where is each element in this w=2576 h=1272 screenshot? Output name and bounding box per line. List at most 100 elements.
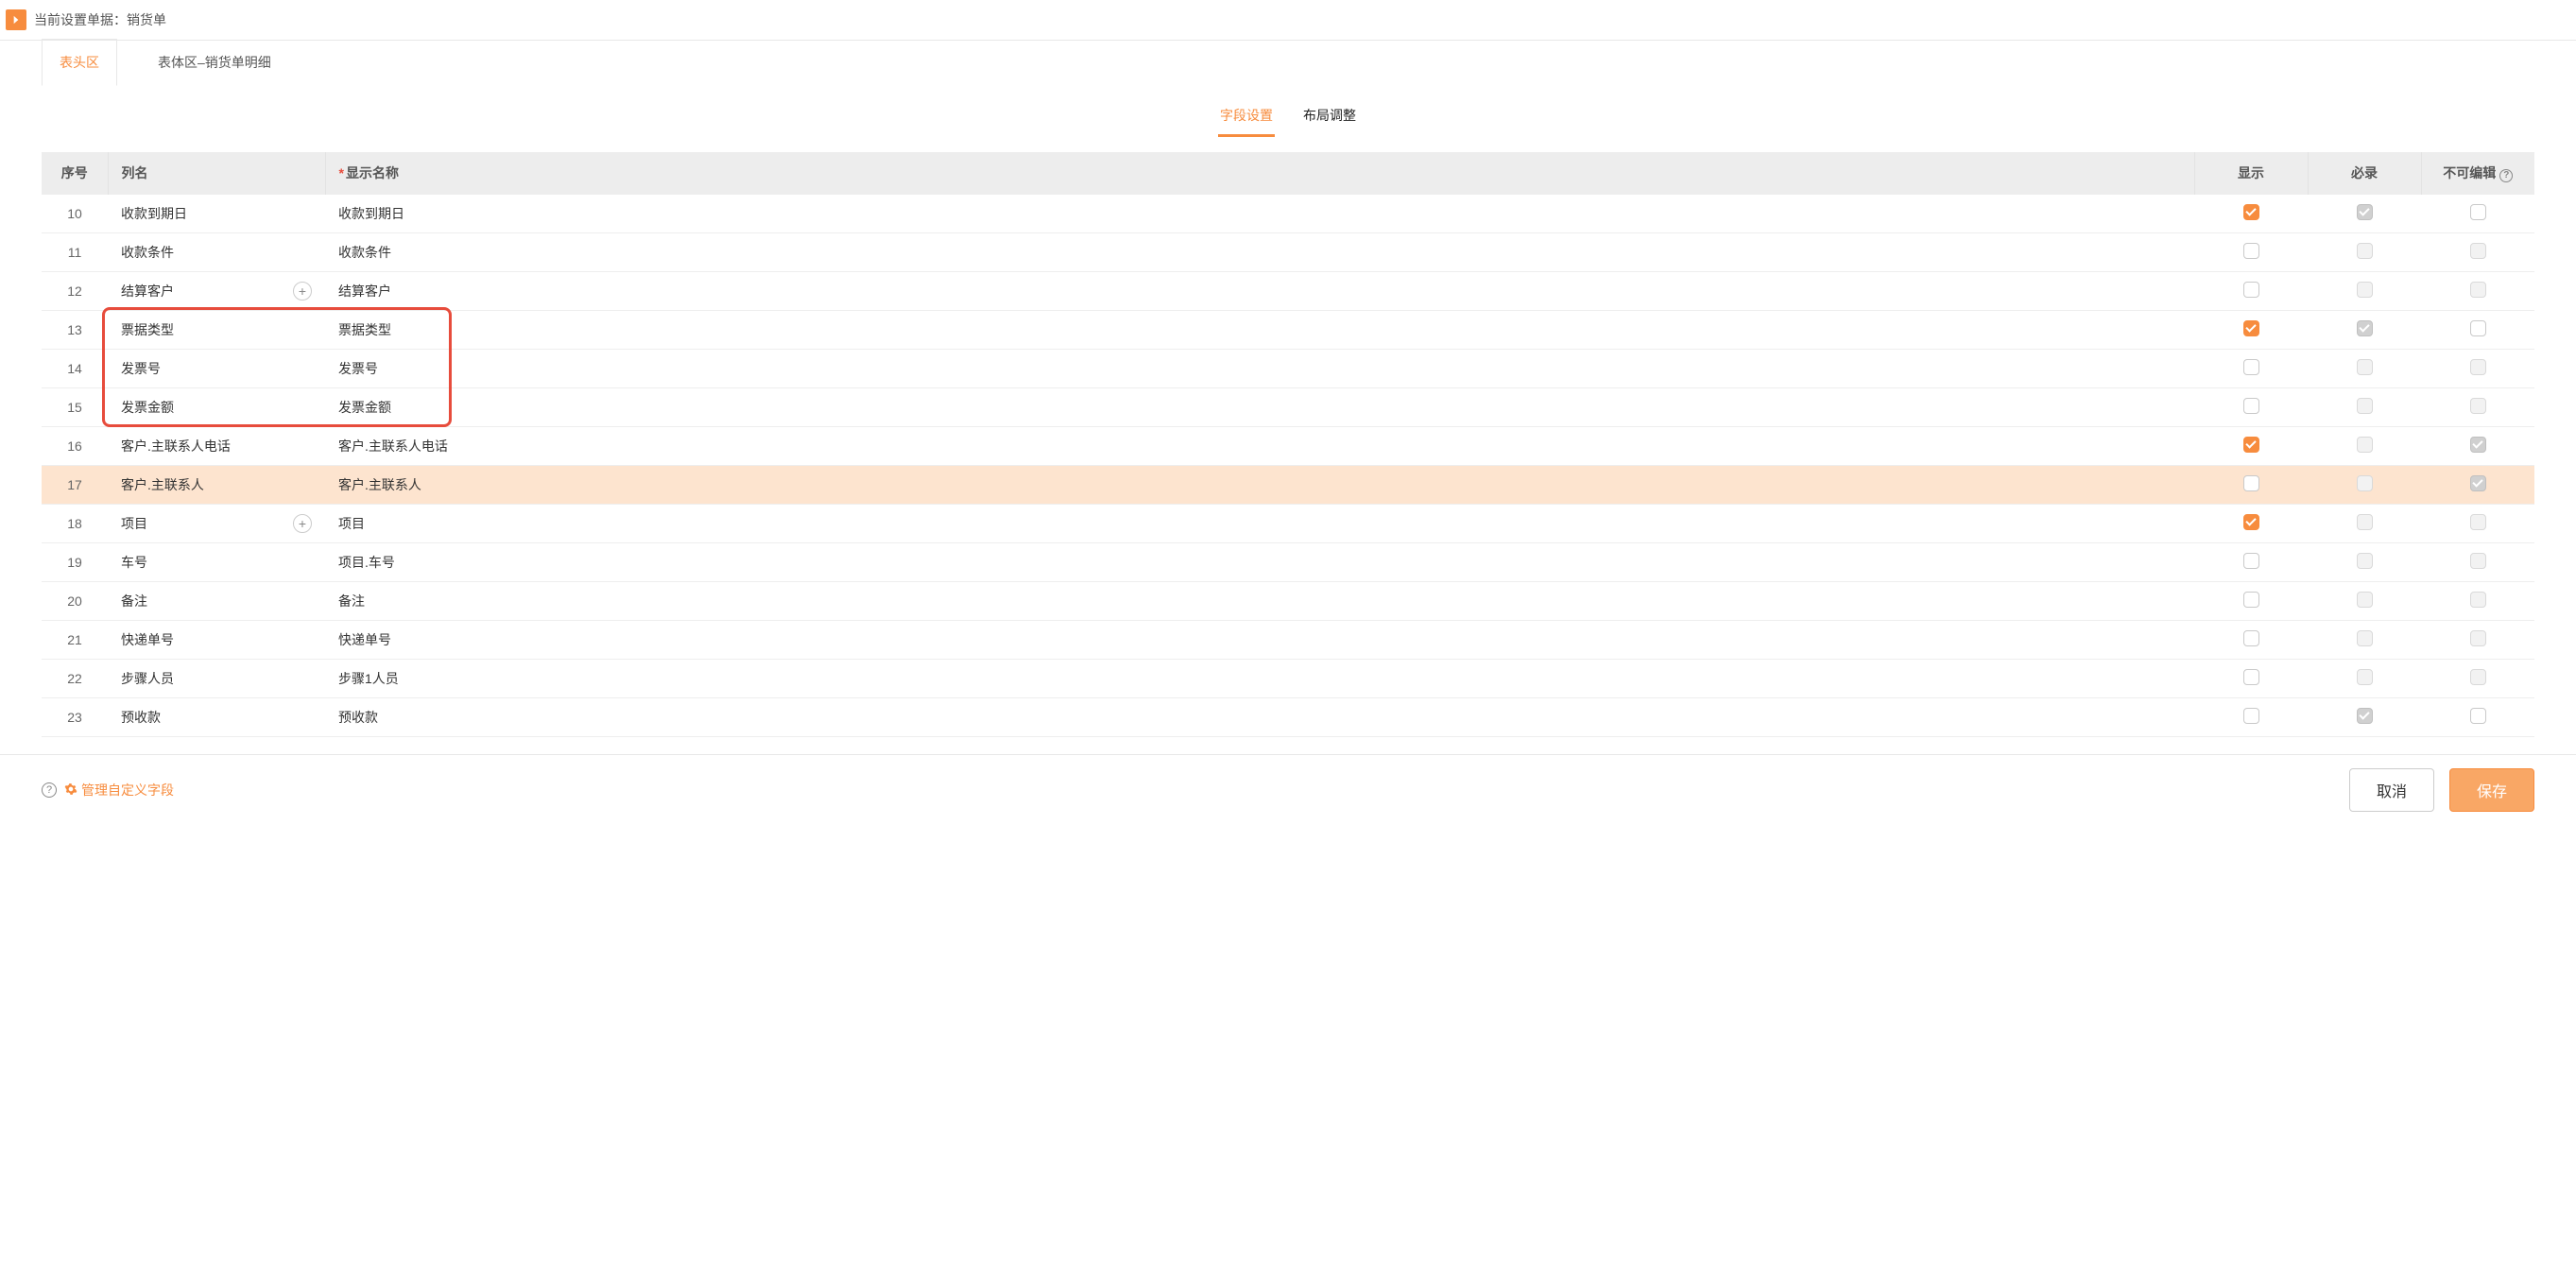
- readonly-checkbox-row-19: [2470, 553, 2486, 569]
- required-checkbox-row-22: [2357, 669, 2373, 685]
- show-checkbox-row-11[interactable]: [2243, 243, 2259, 259]
- readonly-checkbox-row-23[interactable]: [2470, 708, 2486, 724]
- display-name-cell[interactable]: 结算客户: [325, 272, 2194, 311]
- readonly-checkbox-row-18: [2470, 514, 2486, 530]
- gear-icon: [64, 782, 77, 799]
- show-checkbox-row-16[interactable]: [2243, 437, 2259, 453]
- column-name-cell: 车号: [108, 543, 325, 582]
- display-name-cell[interactable]: 发票号: [325, 350, 2194, 388]
- readonly-checkbox-row-10[interactable]: [2470, 204, 2486, 220]
- display-name-cell[interactable]: 项目.车号: [325, 543, 2194, 582]
- column-name-cell: 结算客户+: [108, 272, 325, 311]
- table-row: 16客户.主联系人电话客户.主联系人电话: [42, 427, 2534, 466]
- show-checkbox-row-18[interactable]: [2243, 514, 2259, 530]
- manage-custom-fields-link[interactable]: 管理自定义字段: [64, 781, 174, 799]
- column-name-cell: 客户.主联系人: [108, 466, 325, 505]
- context-title: 当前设置单据：销货单: [34, 10, 166, 29]
- show-checkbox-row-21[interactable]: [2243, 630, 2259, 646]
- row-index: 19: [42, 543, 108, 582]
- help-icon[interactable]: ?: [42, 782, 57, 798]
- primary-tab-1[interactable]: 表体区–销货单明细: [140, 39, 289, 86]
- row-index: 18: [42, 505, 108, 543]
- primary-tabs: 表头区表体区–销货单明细: [0, 40, 2576, 87]
- required-checkbox-row-18: [2357, 514, 2373, 530]
- column-name-cell: 步骤人员: [108, 660, 325, 698]
- column-name-cell: 备注: [108, 582, 325, 621]
- display-name-cell[interactable]: 备注: [325, 582, 2194, 621]
- col-header-required: 必录: [2308, 152, 2421, 195]
- row-index: 12: [42, 272, 108, 311]
- display-name-cell[interactable]: 客户.主联系人: [325, 466, 2194, 505]
- table-row: 22步骤人员步骤1人员: [42, 660, 2534, 698]
- required-checkbox-row-11: [2357, 243, 2373, 259]
- row-index: 10: [42, 195, 108, 233]
- readonly-checkbox-row-15: [2470, 398, 2486, 414]
- row-index: 13: [42, 311, 108, 350]
- cancel-button[interactable]: 取消: [2349, 768, 2434, 812]
- add-child-icon[interactable]: +: [293, 282, 312, 301]
- required-checkbox-row-20: [2357, 592, 2373, 608]
- collapse-sidebar-icon[interactable]: [6, 9, 26, 30]
- display-name-cell[interactable]: 项目: [325, 505, 2194, 543]
- display-name-cell[interactable]: 预收款: [325, 698, 2194, 737]
- readonly-checkbox-row-12: [2470, 282, 2486, 298]
- table-row: 20备注备注: [42, 582, 2534, 621]
- display-name-cell[interactable]: 收款到期日: [325, 195, 2194, 233]
- show-checkbox-row-10[interactable]: [2243, 204, 2259, 220]
- show-checkbox-row-15[interactable]: [2243, 398, 2259, 414]
- table-row: 14发票号发票号: [42, 350, 2534, 388]
- primary-tab-0[interactable]: 表头区: [42, 39, 117, 86]
- readonly-checkbox-row-13[interactable]: [2470, 320, 2486, 336]
- required-checkbox-row-12: [2357, 282, 2373, 298]
- display-name-cell[interactable]: 步骤1人员: [325, 660, 2194, 698]
- readonly-checkbox-row-21: [2470, 630, 2486, 646]
- readonly-checkbox-row-17: [2470, 475, 2486, 491]
- display-name-cell[interactable]: 票据类型: [325, 311, 2194, 350]
- sub-tab-1[interactable]: 布局调整: [1301, 98, 1358, 137]
- readonly-checkbox-row-16: [2470, 437, 2486, 453]
- row-index: 14: [42, 350, 108, 388]
- required-checkbox-row-14: [2357, 359, 2373, 375]
- row-index: 11: [42, 233, 108, 272]
- display-name-cell[interactable]: 客户.主联系人电话: [325, 427, 2194, 466]
- table-row: 19车号项目.车号: [42, 543, 2534, 582]
- show-checkbox-row-12[interactable]: [2243, 282, 2259, 298]
- sub-tab-0[interactable]: 字段设置: [1218, 98, 1275, 137]
- show-checkbox-row-22[interactable]: [2243, 669, 2259, 685]
- table-row: 21快递单号快递单号: [42, 621, 2534, 660]
- row-index: 20: [42, 582, 108, 621]
- table-row: 10收款到期日收款到期日: [42, 195, 2534, 233]
- page-header: 当前设置单据：销货单: [0, 0, 2576, 41]
- row-index: 23: [42, 698, 108, 737]
- table-row: 18项目+项目: [42, 505, 2534, 543]
- display-name-cell[interactable]: 发票金额: [325, 388, 2194, 427]
- col-header-show: 显示: [2194, 152, 2308, 195]
- readonly-checkbox-row-14: [2470, 359, 2486, 375]
- show-checkbox-row-14[interactable]: [2243, 359, 2259, 375]
- show-checkbox-row-17[interactable]: [2243, 475, 2259, 491]
- table-row: 11收款条件收款条件: [42, 233, 2534, 272]
- show-checkbox-row-23[interactable]: [2243, 708, 2259, 724]
- col-header-name: 列名: [108, 152, 325, 195]
- column-name-cell: 发票号: [108, 350, 325, 388]
- show-checkbox-row-20[interactable]: [2243, 592, 2259, 608]
- field-settings-table: 序号 列名 *显示名称 显示 必录 不可编辑? 10收款到期日收款到期日11收款…: [42, 152, 2534, 737]
- required-checkbox-row-21: [2357, 630, 2373, 646]
- column-name-cell: 发票金额: [108, 388, 325, 427]
- display-name-cell[interactable]: 收款条件: [325, 233, 2194, 272]
- col-header-display: *显示名称: [325, 152, 2194, 195]
- display-name-cell[interactable]: 快递单号: [325, 621, 2194, 660]
- required-checkbox-row-16: [2357, 437, 2373, 453]
- show-checkbox-row-19[interactable]: [2243, 553, 2259, 569]
- required-checkbox-row-23: [2357, 708, 2373, 724]
- column-name-cell: 收款到期日: [108, 195, 325, 233]
- add-child-icon[interactable]: +: [293, 514, 312, 533]
- row-index: 16: [42, 427, 108, 466]
- help-icon[interactable]: ?: [2499, 169, 2513, 182]
- required-checkbox-row-19: [2357, 553, 2373, 569]
- show-checkbox-row-13[interactable]: [2243, 320, 2259, 336]
- row-index: 21: [42, 621, 108, 660]
- required-checkbox-row-15: [2357, 398, 2373, 414]
- table-row: 13票据类型票据类型: [42, 311, 2534, 350]
- save-button[interactable]: 保存: [2449, 768, 2534, 812]
